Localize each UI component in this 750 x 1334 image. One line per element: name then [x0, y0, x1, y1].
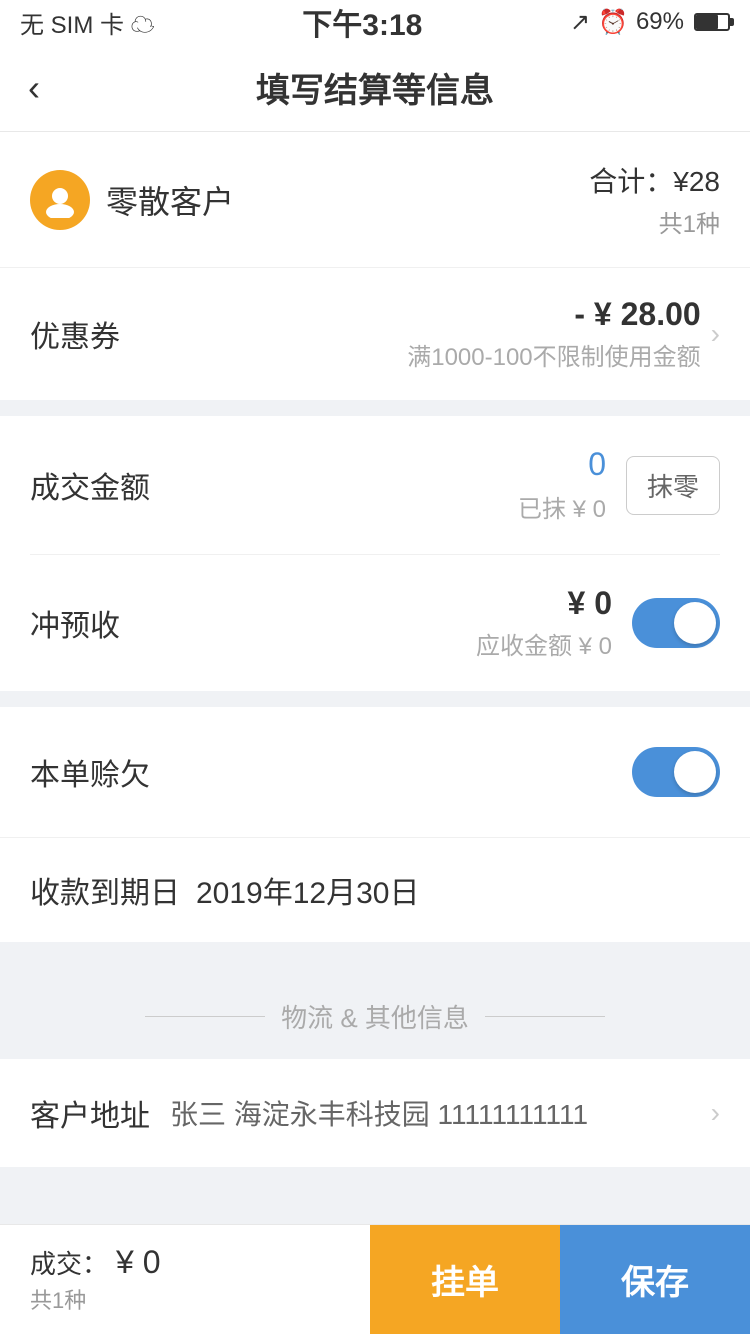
prepay-row: 冲预收 ¥ 0 应收金额 ¥ 0 — [30, 555, 720, 691]
page-title: 填写结算等信息 — [256, 63, 494, 112]
save-button[interactable]: 保存 — [560, 1225, 750, 1334]
debit-toggle[interactable] — [632, 747, 720, 797]
prepay-right: ¥ 0 应收金额 ¥ 0 — [476, 585, 612, 661]
customer-right: 合计：¥28 共1种 — [589, 160, 720, 239]
status-right: ↗ ⏰ 69% — [570, 8, 730, 37]
deal-amount-label: 成交金额 — [30, 463, 150, 507]
address-label: 客户地址 — [30, 1091, 150, 1135]
battery-icon — [694, 13, 730, 31]
logistics-title: 物流 & 其他信息 — [0, 998, 750, 1035]
debit-toggle-knob — [674, 751, 716, 793]
customer-left: 零散客户 — [30, 170, 234, 230]
bottom-bar: 成交： ¥ 0 共1种 挂单 保存 — [0, 1224, 750, 1334]
alarm-icon: ⏰ — [598, 8, 628, 37]
prepay-amount: ¥ 0 — [476, 585, 612, 622]
deal-amount-row: 成交金额 0 已抹 ¥ 0 抹零 — [30, 416, 720, 555]
prepay-label: 冲预收 — [30, 601, 120, 645]
nav-bar: ‹ 填写结算等信息 — [0, 44, 750, 132]
coupon-desc: 满1000-100不限制使用金额 — [407, 337, 700, 372]
bottom-deal-label: 成交： — [30, 1244, 108, 1281]
address-row[interactable]: 客户地址 张三 海淀永丰科技园 11111111111 › — [0, 1059, 750, 1167]
bottom-deal-row: 成交： ¥ 0 — [30, 1244, 340, 1281]
back-button[interactable]: ‹ — [28, 67, 40, 109]
status-left: 无 SIM 卡 ☁ — [20, 5, 155, 40]
customer-total: 合计：¥28 — [589, 160, 720, 200]
round-zero-button[interactable]: 抹零 — [626, 456, 720, 515]
debit-label: 本单赊欠 — [30, 750, 150, 794]
coupon-right: - ¥ 28.00 满1000-100不限制使用金额 › — [407, 296, 720, 372]
prepay-toggle-knob — [674, 602, 716, 644]
customer-card: 零散客户 合计：¥28 共1种 优惠券 - ¥ 28.00 满1000-100不… — [0, 132, 750, 400]
main-content: 零散客户 合计：¥28 共1种 优惠券 - ¥ 28.00 满1000-100不… — [0, 132, 750, 1303]
customer-count: 共1种 — [589, 204, 720, 239]
coupon-info: - ¥ 28.00 满1000-100不限制使用金额 — [407, 296, 700, 372]
debit-card: 本单赊欠 收款到期日 2019年12月30日 — [0, 707, 750, 942]
due-date-value: 2019年12月30日 — [196, 868, 419, 912]
prepay-sub: 应收金额 ¥ 0 — [476, 626, 612, 661]
customer-name: 零散客户 — [106, 177, 234, 223]
due-date-label: 收款到期日 — [30, 868, 180, 912]
status-time: 下午3:18 — [302, 0, 422, 44]
status-bar: 无 SIM 卡 ☁ 下午3:18 ↗ ⏰ 69% — [0, 0, 750, 44]
section-divider-1 — [0, 691, 750, 707]
coupon-label: 优惠券 — [30, 312, 120, 356]
bottom-summary: 成交： ¥ 0 共1种 — [0, 1244, 370, 1315]
bottom-deal-count: 共1种 — [30, 1283, 340, 1315]
bottom-deal-amount: ¥ 0 — [116, 1244, 160, 1281]
address-value: 张三 海淀永丰科技园 11111111111 — [170, 1093, 711, 1133]
customer-row[interactable]: 零散客户 合计：¥28 共1种 — [0, 132, 750, 267]
prepay-toggle[interactable] — [632, 598, 720, 648]
deal-amount-sub: 已抹 ¥ 0 — [518, 489, 606, 524]
deal-amount-right: 0 已抹 ¥ 0 — [518, 446, 606, 524]
sim-label: 无 SIM 卡 ☁ — [20, 5, 155, 40]
address-chevron-icon: › — [711, 1097, 720, 1129]
deal-amount-card: 成交金额 0 已抹 ¥ 0 抹零 冲预收 ¥ 0 应收金额 ¥ 0 — [0, 416, 750, 691]
deal-amount-value[interactable]: 0 — [518, 446, 606, 483]
battery-percent: 69% — [636, 8, 684, 36]
due-date-row[interactable]: 收款到期日 2019年12月30日 — [0, 837, 750, 942]
logistics-header: 物流 & 其他信息 — [0, 974, 750, 1059]
debit-row: 本单赊欠 — [0, 707, 750, 837]
prepay-value-area: ¥ 0 应收金额 ¥ 0 — [476, 585, 720, 661]
coupon-chevron-icon: › — [711, 318, 720, 350]
coupon-row[interactable]: 优惠券 - ¥ 28.00 满1000-100不限制使用金额 › — [0, 267, 750, 400]
location-icon: ↗ — [570, 8, 590, 37]
deal-amount-value-area: 0 已抹 ¥ 0 抹零 — [518, 446, 720, 524]
coupon-amount: - ¥ 28.00 — [407, 296, 700, 333]
hold-button[interactable]: 挂单 — [370, 1225, 560, 1334]
customer-avatar — [30, 170, 90, 230]
address-card: 客户地址 张三 海淀永丰科技园 11111111111 › — [0, 1059, 750, 1167]
section-divider-2 — [0, 958, 750, 974]
